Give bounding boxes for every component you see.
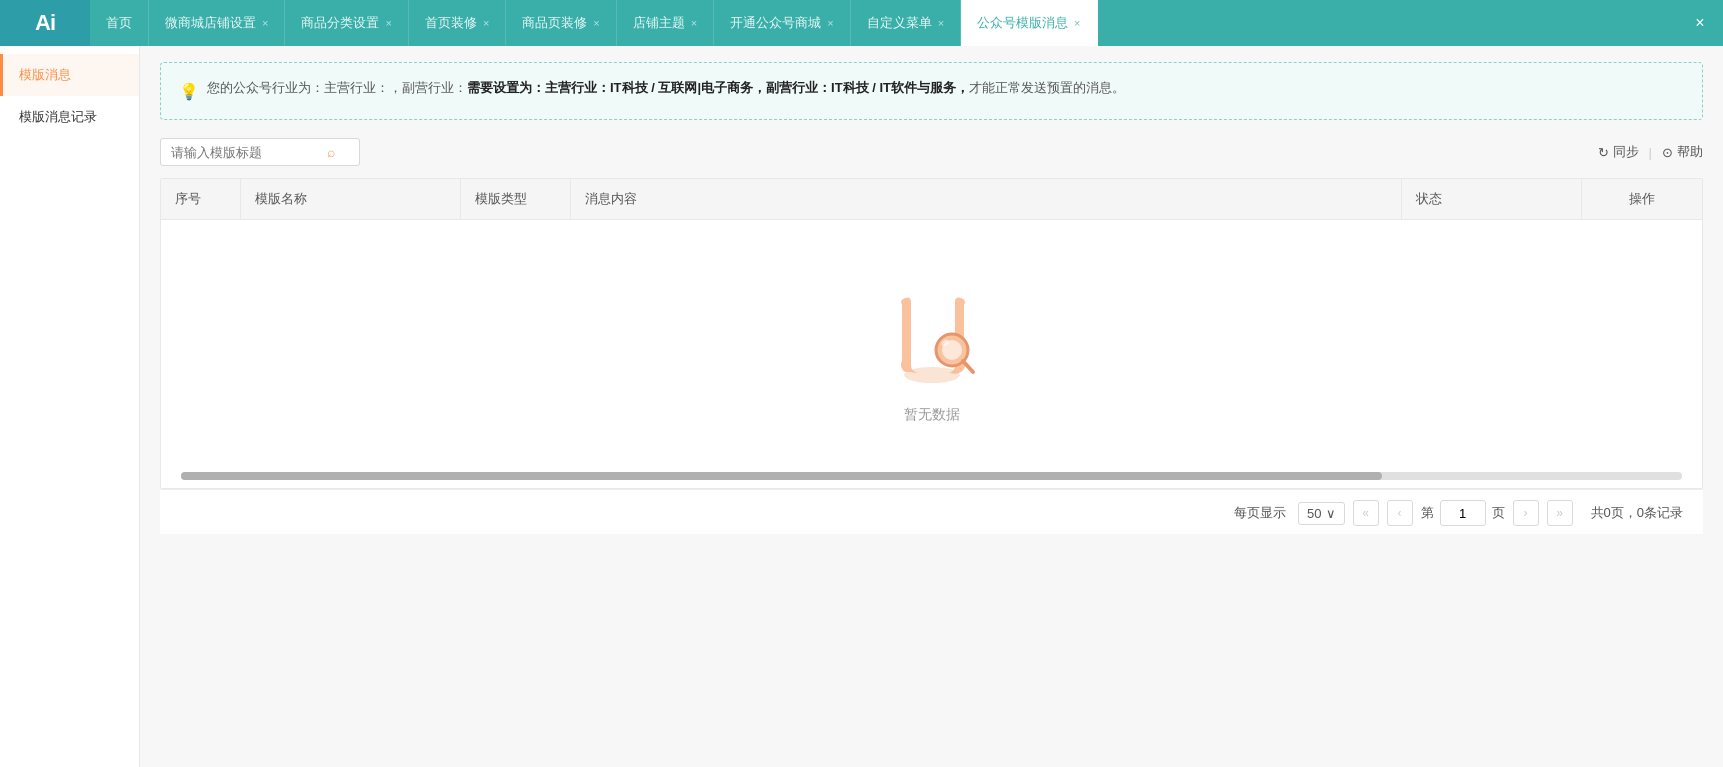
search-bar: ⌕ ↻ 同步 | ⊙ 帮助	[160, 138, 1703, 166]
svg-point-0	[904, 367, 960, 383]
th-type: 模版类型	[461, 179, 571, 219]
top-nav: Ai 首页微商城店铺设置×商品分类设置×首页装修×商品页装修×店铺主题×开通公众…	[0, 0, 1723, 46]
page-number-input[interactable]	[1440, 500, 1486, 526]
page-size-label: 每页显示	[1234, 504, 1286, 522]
nav-tab-label: 店铺主题	[633, 14, 685, 32]
sidebar-item-template-record[interactable]: 模版消息记录	[0, 96, 139, 138]
nav-tab-close[interactable]: ×	[827, 17, 833, 29]
scrollbar-thumb	[181, 472, 1382, 480]
empty-state: 暂无数据	[161, 220, 1702, 464]
search-input-wrap[interactable]: ⌕	[160, 138, 360, 166]
nav-tab-close[interactable]: ×	[385, 17, 391, 29]
notice-icon: 💡	[179, 78, 199, 105]
chevron-down-icon: ∨	[1326, 506, 1336, 521]
svg-rect-1	[919, 312, 947, 315]
search-icon[interactable]: ⌕	[327, 144, 335, 160]
nav-tab-label: 商品页装修	[522, 14, 587, 32]
svg-rect-4	[919, 336, 937, 339]
divider: |	[1649, 145, 1652, 160]
notice-box: 💡 您的公众号行业为：主营行业：，副营行业：需要设置为：主营行业：IT科技 / …	[160, 62, 1703, 120]
search-right: ↻ 同步 | ⊙ 帮助	[1598, 143, 1703, 161]
nav-tab-category-setting[interactable]: 商品分类设置 ×	[285, 0, 408, 46]
nav-tab-label: 微商城店铺设置	[165, 14, 256, 32]
help-icon: ⊙	[1662, 145, 1673, 160]
nav-tab-label: 开通公众号商城	[730, 14, 821, 32]
nav-tab-label: 公众号模版消息	[977, 14, 1068, 32]
sidebar-item-template-msg[interactable]: 模版消息	[0, 54, 139, 96]
page-input-wrap: 第 页	[1421, 500, 1505, 526]
app-layout: 模版消息模版消息记录 💡 您的公众号行业为：主营行业：，副营行业：需要设置为：主…	[0, 46, 1723, 767]
nav-tab-close[interactable]: ×	[691, 17, 697, 29]
page-total-label: 共0页，0条记录	[1591, 504, 1683, 522]
prev-page-button[interactable]: ‹	[1387, 500, 1413, 526]
nav-tab-shop-setting[interactable]: 微商城店铺设置 ×	[149, 0, 285, 46]
last-page-button[interactable]: »	[1547, 500, 1573, 526]
nav-tab-product-decor[interactable]: 商品页装修 ×	[506, 0, 616, 46]
nav-tab-home-decor[interactable]: 首页装修 ×	[409, 0, 506, 46]
nav-tab-open-mall[interactable]: 开通公众号商城 ×	[714, 0, 850, 46]
nav-tab-close[interactable]: ×	[593, 17, 599, 29]
help-button[interactable]: ⊙ 帮助	[1662, 143, 1703, 161]
app-logo: Ai	[0, 0, 90, 46]
pagination: 每页显示 50 ∨ « ‹ 第 页 › » 共0页，0条记录	[160, 489, 1703, 534]
horizontal-scrollbar[interactable]	[181, 472, 1682, 480]
empty-icon	[877, 280, 987, 390]
nav-tab-label: 首页	[106, 14, 132, 32]
svg-rect-3	[919, 328, 944, 331]
data-table: 序号 模版名称 模版类型 消息内容 状态 操作	[160, 178, 1703, 489]
sync-icon: ↻	[1598, 145, 1609, 160]
notice-text: 您的公众号行业为：主营行业：，副营行业：需要设置为：主营行业：IT科技 / 互联…	[207, 77, 1125, 99]
close-all-tabs-button[interactable]: ×	[1677, 0, 1723, 46]
first-page-button[interactable]: «	[1353, 500, 1379, 526]
table-header: 序号 模版名称 模版类型 消息内容 状态 操作	[161, 179, 1702, 220]
nav-tab-label: 商品分类设置	[301, 14, 379, 32]
scrollbar-row	[161, 464, 1702, 488]
svg-rect-2	[919, 320, 941, 323]
search-input[interactable]	[171, 145, 321, 160]
main-content: 💡 您的公众号行业为：主营行业：，副营行业：需要设置为：主营行业：IT科技 / …	[140, 46, 1723, 767]
th-name: 模版名称	[241, 179, 461, 219]
page-prefix-label: 第	[1421, 504, 1434, 522]
page-size-value: 50	[1307, 506, 1321, 521]
nav-tab-close[interactable]: ×	[483, 17, 489, 29]
th-status: 状态	[1402, 179, 1582, 219]
sidebar: 模版消息模版消息记录	[0, 46, 140, 767]
nav-tab-home[interactable]: 首页	[90, 0, 149, 46]
nav-tabs: 首页微商城店铺设置×商品分类设置×首页装修×商品页装修×店铺主题×开通公众号商城…	[90, 0, 1677, 46]
nav-tab-template-msg[interactable]: 公众号模版消息 ×	[961, 0, 1097, 46]
th-idx: 序号	[161, 179, 241, 219]
nav-tab-shop-theme[interactable]: 店铺主题 ×	[617, 0, 714, 46]
empty-label: 暂无数据	[904, 406, 960, 424]
nav-tab-label: 首页装修	[425, 14, 477, 32]
page-unit-label: 页	[1492, 504, 1505, 522]
nav-tab-close[interactable]: ×	[1074, 17, 1080, 29]
next-page-button[interactable]: ›	[1513, 500, 1539, 526]
page-size-select[interactable]: 50 ∨	[1298, 502, 1344, 525]
nav-tab-custom-menu[interactable]: 自定义菜单 ×	[851, 0, 961, 46]
nav-tab-close[interactable]: ×	[938, 17, 944, 29]
th-content: 消息内容	[571, 179, 1402, 219]
search-left: ⌕	[160, 138, 360, 166]
sync-button[interactable]: ↻ 同步	[1598, 143, 1639, 161]
th-action: 操作	[1582, 179, 1702, 219]
nav-tab-close[interactable]: ×	[262, 17, 268, 29]
nav-tab-label: 自定义菜单	[867, 14, 932, 32]
